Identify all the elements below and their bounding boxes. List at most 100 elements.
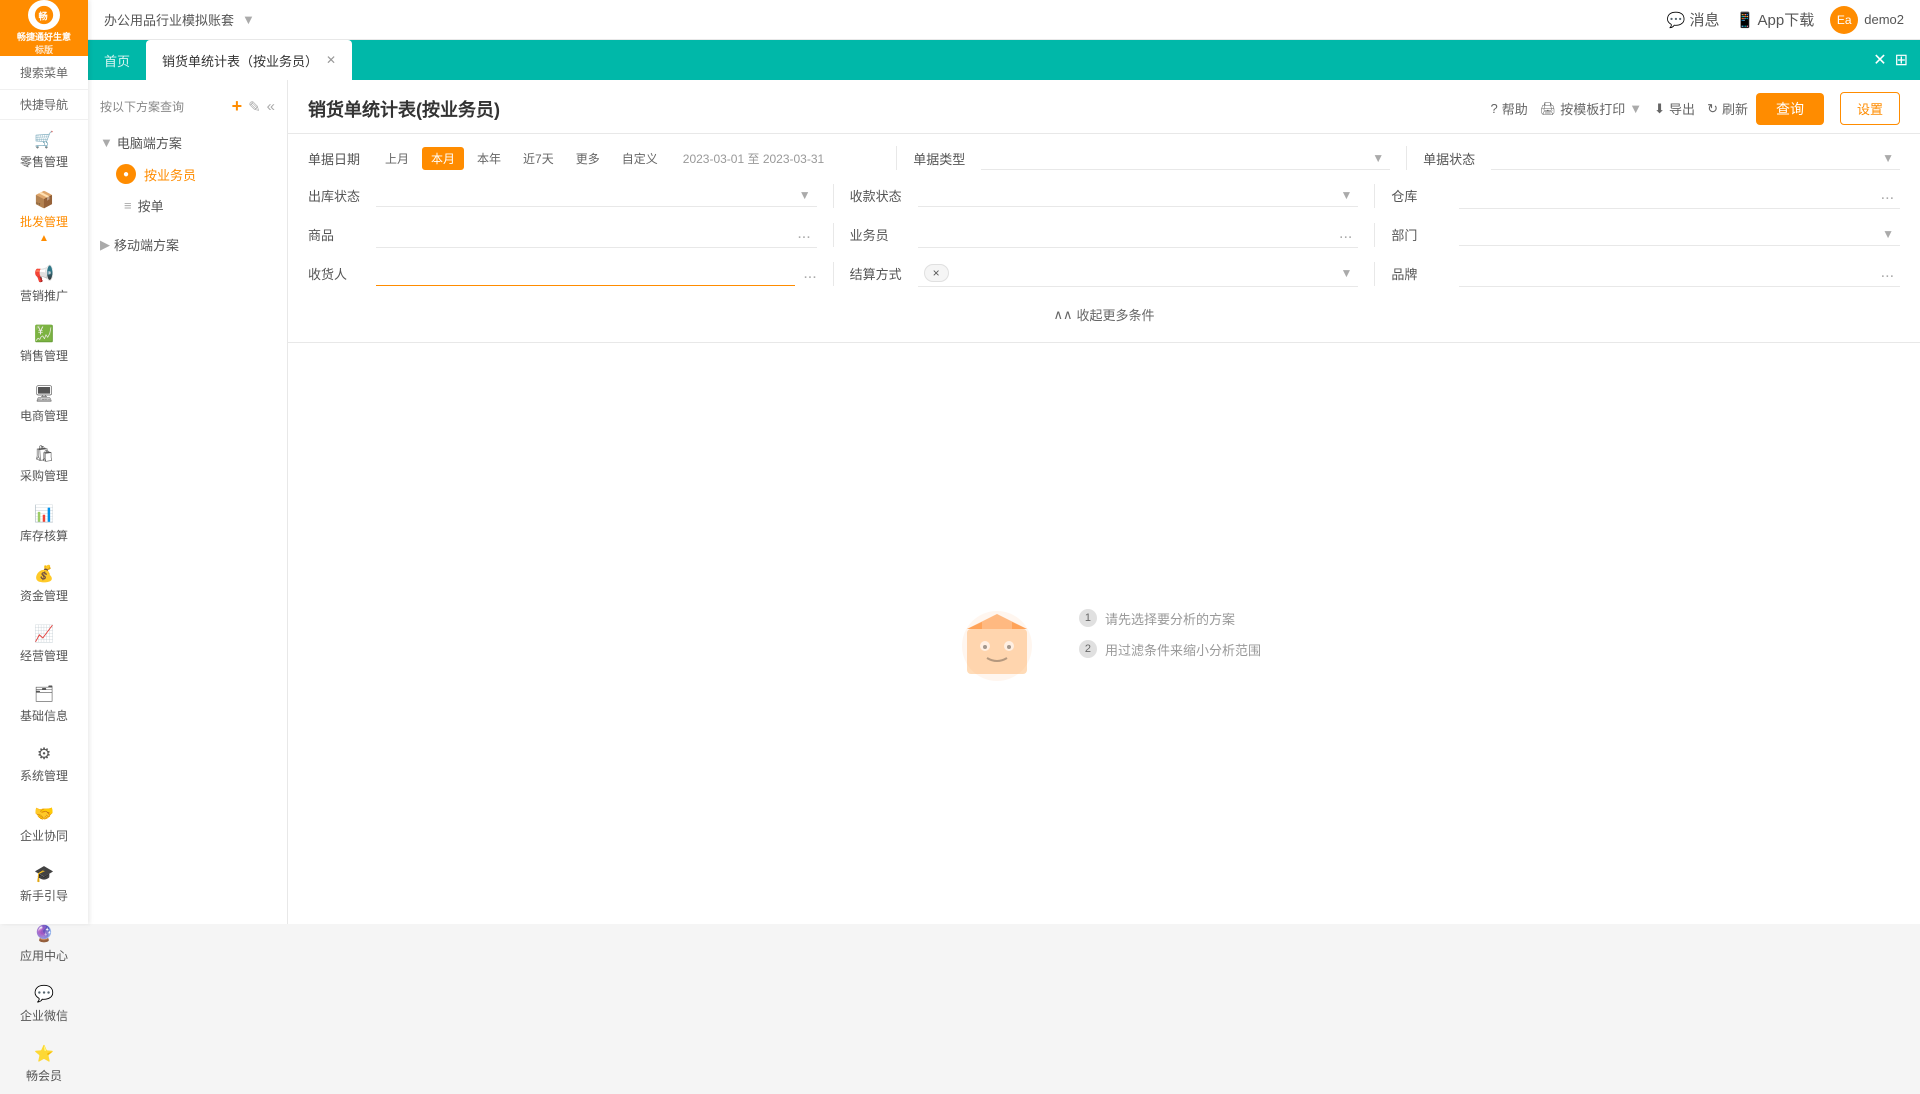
empty-illustration: [947, 584, 1047, 684]
left-panel-actions: + ✎ «: [232, 96, 275, 117]
filter-field-salesman: 业务员 ...: [850, 221, 1359, 248]
payment-status-select[interactable]: ▼: [918, 184, 1359, 207]
collapse-panel-icon[interactable]: «: [267, 98, 275, 115]
goods-dots-icon[interactable]: ...: [797, 225, 810, 243]
consignee-input[interactable]: [376, 262, 795, 286]
user-area[interactable]: Ea demo2: [1830, 6, 1904, 34]
sidebar-item-newbie[interactable]: 🎓 新手引导: [0, 854, 88, 914]
salesman-dots-icon[interactable]: ...: [1339, 225, 1352, 243]
finance-icon: 💰: [34, 564, 54, 584]
sidebar-item-purchase[interactable]: 🛍 采购管理: [0, 434, 88, 494]
department-select[interactable]: ▼: [1459, 223, 1900, 246]
settings-button[interactable]: 设置: [1840, 92, 1900, 125]
ship-status-select[interactable]: ▼: [376, 184, 817, 207]
date-btn-last-month[interactable]: 上月: [376, 147, 418, 170]
collapse-up-icon: ∧∧: [1053, 307, 1072, 323]
help-button[interactable]: ? 帮助: [1490, 99, 1527, 118]
left-panel-header: 按以下方案查询 + ✎ «: [88, 90, 287, 123]
sidebar-item-inventory[interactable]: 📊 库存核算: [0, 494, 88, 554]
top-bar-right: 💬 消息 📱 App下载 Ea demo2: [1667, 6, 1904, 34]
doc-type-select[interactable]: ▼: [981, 147, 1390, 170]
warehouse-dots-icon[interactable]: ...: [1881, 186, 1894, 204]
sidebar-item-wholesale[interactable]: 📦 批发管理 ▲: [0, 180, 88, 254]
page-header-actions: ? 帮助 🖨 按模板打印 ▼ ⬇ 导出: [1490, 92, 1900, 125]
chip-close[interactable]: ×: [933, 266, 940, 280]
date-btn-custom[interactable]: 自定义: [613, 147, 667, 170]
payment-method-select[interactable]: × ▼: [918, 260, 1359, 287]
payment-method-arrow-icon: ▼: [1340, 266, 1352, 280]
tab-expand-icon[interactable]: ⊞: [1895, 50, 1908, 70]
filter-sep-4: [1374, 184, 1375, 208]
plan-sub-item-by-order-label: 按单: [138, 196, 164, 215]
edit-plan-icon[interactable]: ✎: [248, 98, 261, 116]
workspace-dropdown-icon[interactable]: ▼: [242, 12, 255, 27]
tab-close-icon[interactable]: ✕: [326, 53, 336, 67]
print-button[interactable]: 🖨 按模板打印 ▼: [1540, 99, 1642, 118]
wholesale-arrow-icon: ▲: [39, 233, 49, 244]
consignee-label: 收货人: [308, 264, 368, 283]
plan-item-by-sales[interactable]: ● 按业务员: [88, 158, 287, 190]
sidebar-item-system[interactable]: ⚙ 系统管理: [0, 734, 88, 794]
date-range-display: 2023-03-01 至 2023-03-31: [683, 150, 824, 167]
date-btn-this-month[interactable]: 本月: [422, 147, 464, 170]
filter-field-department: 部门 ▼: [1391, 223, 1900, 246]
app-download-button[interactable]: 📱 App下载: [1736, 9, 1815, 30]
logo-subtitle: 标版: [35, 43, 53, 56]
sidebar-item-corp[interactable]: 🤝 企业协同: [0, 794, 88, 854]
desktop-expand-icon: ▼: [100, 135, 113, 150]
plan-group-desktop-title[interactable]: ▼ 电脑端方案: [88, 127, 287, 158]
top-bar: 办公用品行业模拟账套 ▼ 💬 消息 📱 App下载 Ea demo2: [88, 0, 1920, 40]
sidebar-item-weixin[interactable]: 💬 企业微信: [0, 974, 88, 1034]
date-btn-last7[interactable]: 近7天: [514, 147, 563, 170]
shortcut-nav[interactable]: 快捷导航: [0, 90, 88, 120]
sidebar-item-purchase-label: 采购管理: [20, 467, 68, 484]
export-button[interactable]: ⬇ 导出: [1654, 99, 1695, 118]
tab-home[interactable]: 首页: [88, 40, 146, 80]
search-menu[interactable]: 搜索菜单: [0, 56, 88, 90]
add-plan-icon[interactable]: +: [232, 96, 243, 117]
retail-icon: 🛒: [34, 130, 54, 150]
page-header: 销货单统计表(按业务员) ? 帮助 🖨 按模板打印 ▼: [288, 80, 1920, 134]
export-label: 导出: [1669, 99, 1695, 118]
filter-row-4: 收货人 ... 结算方式 × ▼: [308, 260, 1900, 287]
sidebar-item-ecommerce[interactable]: 🖥 电商管理: [0, 374, 88, 434]
sidebar-item-member[interactable]: ⭐ 畅会员: [0, 1034, 88, 1094]
tab-close-all-icon[interactable]: ✕: [1873, 50, 1886, 70]
consignee-dots-icon[interactable]: ...: [803, 265, 816, 283]
brand-dots-icon[interactable]: ...: [1881, 264, 1894, 282]
date-btn-this-year[interactable]: 本年: [468, 147, 510, 170]
tab-bar: 首页 销货单统计表（按业务员） ✕ ✕ ⊞: [88, 40, 1920, 80]
sidebar-item-inventory-label: 库存核算: [20, 527, 68, 544]
sidebar-item-finance[interactable]: 💰 资金管理: [0, 554, 88, 614]
tab-sales-stat-label: 销货单统计表（按业务员）: [162, 51, 318, 70]
filter-field-brand: 品牌 ...: [1391, 260, 1900, 287]
sidebar-item-finance-label: 资金管理: [20, 587, 68, 604]
plan-dot-by-sales: ●: [116, 164, 136, 184]
message-icon: 💬: [1667, 12, 1686, 29]
empty-tip-2: 2 用过滤条件来缩小分析范围: [1079, 640, 1261, 659]
sidebar-item-retail[interactable]: 🛒 零售管理: [0, 120, 88, 180]
sidebar-item-basic[interactable]: 🗂 基础信息: [0, 674, 88, 734]
refresh-button[interactable]: ↻ 刷新: [1707, 99, 1748, 118]
message-button[interactable]: 💬 消息: [1667, 9, 1720, 30]
top-bar-left: 办公用品行业模拟账套 ▼: [104, 10, 255, 29]
weixin-icon: 💬: [34, 984, 54, 1004]
query-button[interactable]: 查询: [1756, 93, 1824, 125]
sidebar-item-operation[interactable]: 📈 经营管理: [0, 614, 88, 674]
tab-sales-stat[interactable]: 销货单统计表（按业务员） ✕: [146, 40, 352, 80]
collapse-label: 收起更多条件: [1077, 305, 1155, 324]
sidebar-item-appstore[interactable]: 🔮 应用中心: [0, 914, 88, 974]
main-area: 办公用品行业模拟账套 ▼ 💬 消息 📱 App下载 Ea demo2 首页: [88, 0, 1920, 924]
sidebar-item-marketing[interactable]: 📢 营销推广: [0, 254, 88, 314]
doc-status-label: 单据状态: [1423, 149, 1483, 168]
sidebar-item-sales[interactable]: 💹 销售管理: [0, 314, 88, 374]
collapse-button[interactable]: ∧∧ 收起更多条件: [308, 299, 1900, 330]
payment-status-label: 收款状态: [850, 186, 910, 205]
sidebar: 畅 畅捷通好生意 标版 搜索菜单 快捷导航 🛒 零售管理 📦 批发管理 ▲ 📢 …: [0, 0, 88, 924]
filter-sep-8: [1374, 262, 1375, 286]
date-btn-more[interactable]: 更多: [567, 147, 609, 170]
plan-group-mobile-title[interactable]: ▶ 移动端方案: [88, 229, 287, 260]
doc-status-select[interactable]: ▼: [1491, 147, 1900, 170]
filter-field-payment-status: 收款状态 ▼: [850, 184, 1359, 207]
plan-sub-item-by-order[interactable]: ≡ 按单: [88, 190, 287, 221]
